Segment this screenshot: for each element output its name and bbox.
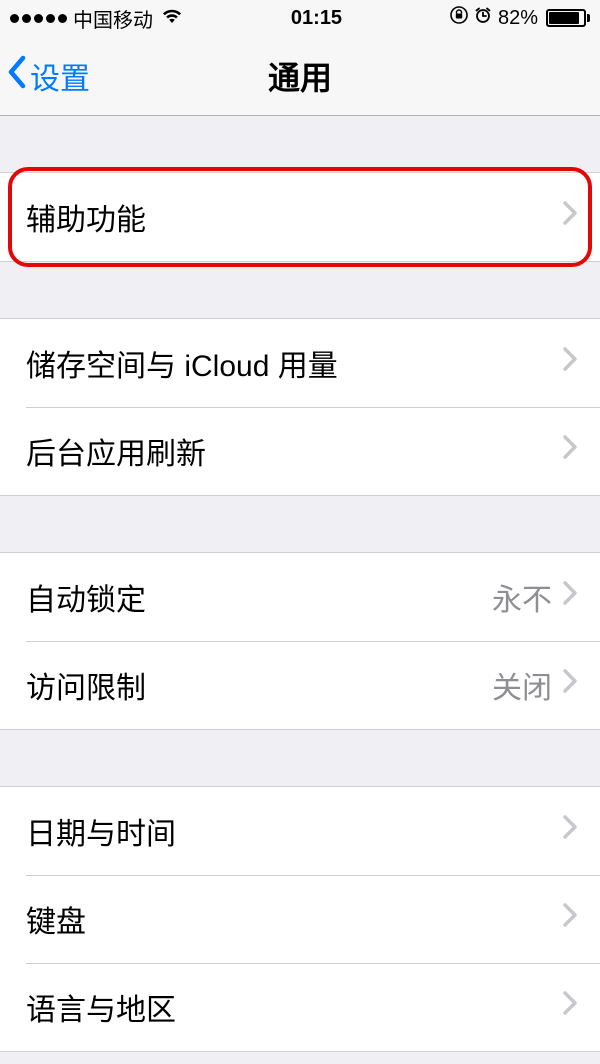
nav-bar: 设置 通用: [0, 36, 600, 116]
group-spacer: [0, 262, 600, 318]
page-title: 通用: [268, 53, 332, 99]
back-button[interactable]: 设置: [6, 54, 90, 98]
row-value: 永不: [492, 575, 552, 619]
status-time: 01:15: [291, 7, 342, 30]
chevron-right-icon: [562, 990, 578, 1024]
settings-group-lock-restrict: 自动锁定 永不 访问限制 关闭: [0, 552, 600, 730]
row-label: 辅助功能: [26, 195, 562, 239]
row-auto-lock[interactable]: 自动锁定 永不: [0, 553, 600, 641]
row-label: 访问限制: [26, 663, 492, 707]
wifi-icon: [161, 7, 183, 30]
row-keyboard[interactable]: 键盘: [0, 875, 600, 963]
orientation-lock-icon: [450, 6, 468, 30]
back-label: 设置: [30, 54, 90, 98]
row-storage-icloud[interactable]: 储存空间与 iCloud 用量: [0, 319, 600, 407]
row-restrictions[interactable]: 访问限制 关闭: [0, 641, 600, 729]
battery-percent: 82%: [498, 7, 538, 30]
chevron-right-icon: [562, 902, 578, 936]
chevron-right-icon: [562, 814, 578, 848]
chevron-right-icon: [562, 346, 578, 380]
battery-icon: [544, 9, 590, 27]
settings-group-accessibility: 辅助功能: [0, 172, 600, 262]
chevron-right-icon: [562, 434, 578, 468]
alarm-icon: [474, 6, 492, 30]
row-value: 关闭: [492, 663, 552, 707]
signal-strength-icon: [10, 14, 67, 23]
status-left: 中国移动: [10, 4, 183, 33]
row-label: 自动锁定: [26, 575, 492, 619]
row-accessibility[interactable]: 辅助功能: [0, 173, 600, 261]
chevron-right-icon: [562, 668, 578, 702]
row-label: 键盘: [26, 897, 562, 941]
row-label: 语言与地区: [26, 985, 562, 1029]
group-spacer: [0, 116, 600, 172]
row-date-time[interactable]: 日期与时间: [0, 787, 600, 875]
row-language-region[interactable]: 语言与地区: [0, 963, 600, 1051]
settings-group-datetime-keyboard-lang: 日期与时间 键盘 语言与地区: [0, 786, 600, 1052]
chevron-right-icon: [562, 580, 578, 614]
group-spacer: [0, 496, 600, 552]
row-label: 储存空间与 iCloud 用量: [26, 341, 562, 385]
settings-group-storage: 储存空间与 iCloud 用量 后台应用刷新: [0, 318, 600, 496]
chevron-left-icon: [6, 54, 28, 98]
status-right: 82%: [450, 6, 590, 30]
status-bar: 中国移动 01:15 82%: [0, 0, 600, 36]
row-label: 日期与时间: [26, 809, 562, 853]
carrier-label: 中国移动: [73, 4, 153, 33]
group-spacer: [0, 730, 600, 786]
row-background-refresh[interactable]: 后台应用刷新: [0, 407, 600, 495]
chevron-right-icon: [562, 200, 578, 234]
row-label: 后台应用刷新: [26, 429, 562, 473]
